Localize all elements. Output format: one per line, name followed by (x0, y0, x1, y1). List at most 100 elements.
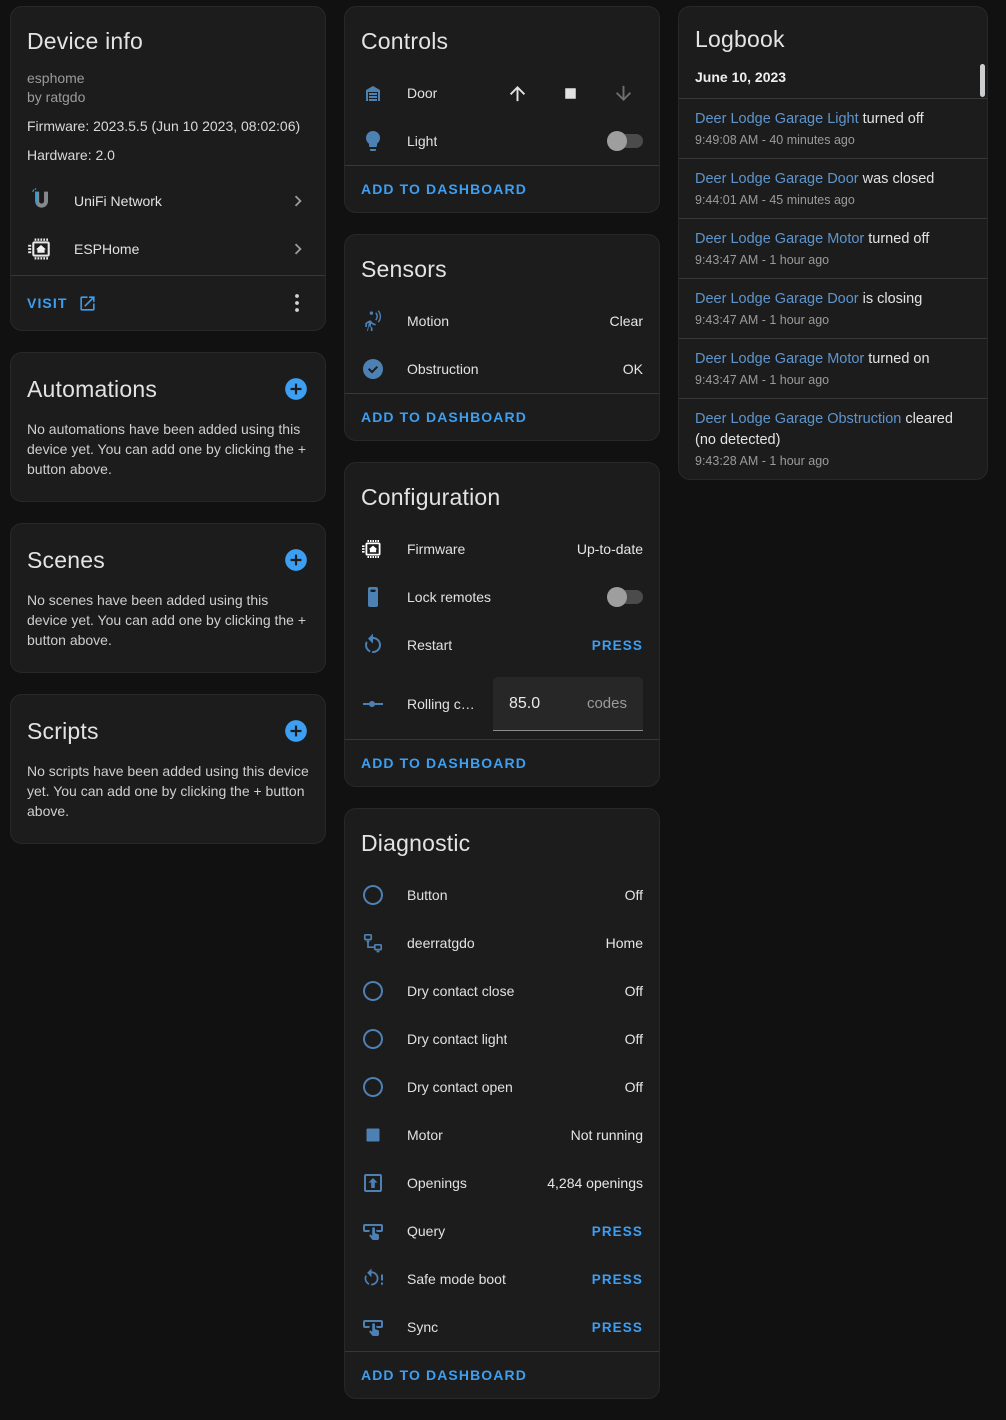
left-column: Device info esphome by ratgdo Firmware: … (10, 6, 326, 865)
entity-link[interactable]: Deer Lodge Garage Obstruction (695, 411, 901, 427)
entity-row[interactable]: Query PRESS (345, 1207, 659, 1255)
entity-row[interactable]: Rolling co… 85.0 codes (345, 669, 659, 739)
esphome-icon (27, 235, 55, 263)
visit-button[interactable]: VISIT (27, 294, 97, 313)
stop-icon (559, 82, 582, 105)
logbook-date-header: June 10, 2023 (695, 69, 787, 85)
entity-link[interactable]: Deer Lodge Garage Light (695, 111, 859, 127)
entity-link[interactable]: Deer Lodge Garage Motor (695, 351, 864, 367)
entity-row[interactable]: Door (345, 69, 659, 117)
entity-row[interactable]: Openings 4,284 openings (345, 1159, 659, 1207)
press-button[interactable]: PRESS (592, 638, 643, 653)
entity-row[interactable]: Dry contact light Off (345, 1015, 659, 1063)
add-to-dashboard-button[interactable]: ADD TO DASHBOARD (361, 181, 527, 197)
open-in-new-icon (78, 294, 97, 313)
entity-name: Motor (407, 1127, 443, 1143)
press-button[interactable]: PRESS (592, 1224, 643, 1239)
logbook-entry: Deer Lodge Garage Door was closed 9:44:01 … (679, 158, 987, 218)
entity-link[interactable]: Deer Lodge Garage Door (695, 291, 859, 307)
press-button[interactable]: PRESS (592, 1272, 643, 1287)
stop-cover-button[interactable] (550, 73, 590, 113)
scripts-title: Scripts (27, 718, 99, 744)
diagnostic-rows: Button Off deerratgdo Home Dry contact close… (345, 871, 659, 1351)
entity-row[interactable]: Button Off (345, 871, 659, 919)
entity-row[interactable]: Safe mode boot PRESS (345, 1255, 659, 1303)
add-to-dashboard-button[interactable]: ADD TO DASHBOARD (361, 755, 527, 771)
add-automation-button[interactable] (283, 376, 309, 402)
middle-column: Controls Door Light ADD TO DASHBOARD Sens… (344, 6, 660, 1420)
arrow-up-box-icon (361, 1171, 385, 1195)
logbook-entry-text: Deer Lodge Garage Door was closed (695, 169, 971, 190)
square-icon (361, 1123, 385, 1147)
entity-row[interactable]: Firmware Up-to-date (345, 525, 659, 573)
add-script-button[interactable] (283, 718, 309, 744)
toggle-knob (607, 587, 627, 607)
right-column: Logbook June 10, 2023 Deer Lodge Garage … (678, 6, 988, 501)
check-circle-icon (361, 357, 385, 381)
overflow-menu-button[interactable] (285, 291, 309, 315)
plus-circle-icon (283, 376, 309, 402)
diagnostic-card: Diagnostic Button Off deerratgdo Home Dry co… (344, 808, 660, 1399)
entry-time: 9:43:47 AM - 1 hour ago (695, 313, 830, 327)
entity-row[interactable]: Motor Not running (345, 1111, 659, 1159)
integration-name: UniFi Network (74, 193, 162, 209)
event-text: is closing (862, 291, 923, 307)
logbook-entry-text: Deer Lodge Garage Motor turned on (695, 349, 971, 370)
entity-row[interactable]: Motion Clear (345, 297, 659, 345)
sensors-title: Sensors (361, 256, 447, 282)
logbook-entry-text: Deer Lodge Garage Light turned off (695, 109, 971, 130)
entity-name: Obstruction (407, 361, 479, 377)
device-author: by ratgdo (27, 89, 86, 105)
arrow-up-icon (506, 82, 529, 105)
garage-icon (361, 81, 385, 105)
add-to-dashboard-button[interactable]: ADD TO DASHBOARD (361, 1367, 527, 1383)
press-button[interactable]: PRESS (592, 1320, 643, 1335)
entity-link[interactable]: Deer Lodge Garage Motor (695, 231, 864, 247)
add-scene-button[interactable] (283, 547, 309, 573)
entity-row[interactable]: Dry contact open Off (345, 1063, 659, 1111)
entity-name: Button (407, 887, 448, 903)
input-value: 85.0 (509, 694, 541, 712)
logbook-entry-text: Deer Lodge Garage Motor turned off (695, 229, 971, 250)
dots-vertical-icon (285, 291, 309, 315)
entity-row[interactable]: Restart PRESS (345, 621, 659, 669)
logbook-title: Logbook (695, 26, 785, 52)
sensors-card: Sensors Motion Clear Obstruction OK ADD TO … (344, 234, 660, 441)
add-to-dashboard-button[interactable]: ADD TO DASHBOARD (361, 409, 527, 425)
entity-name: Query (407, 1223, 446, 1239)
scenes-card: Scenes No scenes have been added using t… (10, 523, 326, 673)
toggle-switch[interactable] (607, 131, 643, 151)
entity-row[interactable]: Light (345, 117, 659, 165)
logbook-entry: Deer Lodge Garage Door is closing 9:43:47 … (679, 278, 987, 338)
remote-lock-icon (361, 585, 385, 609)
state-value: Off (624, 1079, 643, 1095)
configuration-title: Configuration (361, 484, 501, 510)
close-cover-button[interactable] (603, 73, 643, 113)
entity-row[interactable]: Lock remotes (345, 573, 659, 621)
network-icon (361, 931, 385, 955)
controls-rows: Door Light (345, 69, 659, 165)
integration-name: ESPHome (74, 241, 140, 257)
logbook-card: Logbook June 10, 2023 Deer Lodge Garage … (678, 6, 988, 480)
restart-icon (361, 633, 385, 657)
entity-row[interactable]: Sync PRESS (345, 1303, 659, 1351)
scenes-empty-text: No scenes have been added using this dev… (27, 592, 307, 648)
open-cover-button[interactable] (497, 73, 537, 113)
motion-sensor-icon (361, 309, 385, 333)
rolling-code-input[interactable]: 85.0 codes (493, 677, 643, 731)
state-value: Not running (570, 1127, 643, 1143)
state-value: Up-to-date (576, 541, 643, 557)
event-text: turned on (868, 351, 930, 367)
toggle-switch[interactable] (607, 587, 643, 607)
integration-row[interactable]: UniFi Network (11, 177, 325, 225)
circle-outline-icon (361, 979, 385, 1003)
state-value: Home (605, 935, 643, 951)
integration-row[interactable]: ESPHome (11, 225, 325, 273)
entity-row[interactable]: Dry contact close Off (345, 967, 659, 1015)
entity-link[interactable]: Deer Lodge Garage Door (695, 171, 859, 187)
entity-row[interactable]: Obstruction OK (345, 345, 659, 393)
state-value: Off (624, 983, 643, 999)
cover-buttons (497, 73, 643, 113)
entity-row[interactable]: deerratgdo Home (345, 919, 659, 967)
scrollbar-thumb[interactable] (980, 64, 985, 97)
